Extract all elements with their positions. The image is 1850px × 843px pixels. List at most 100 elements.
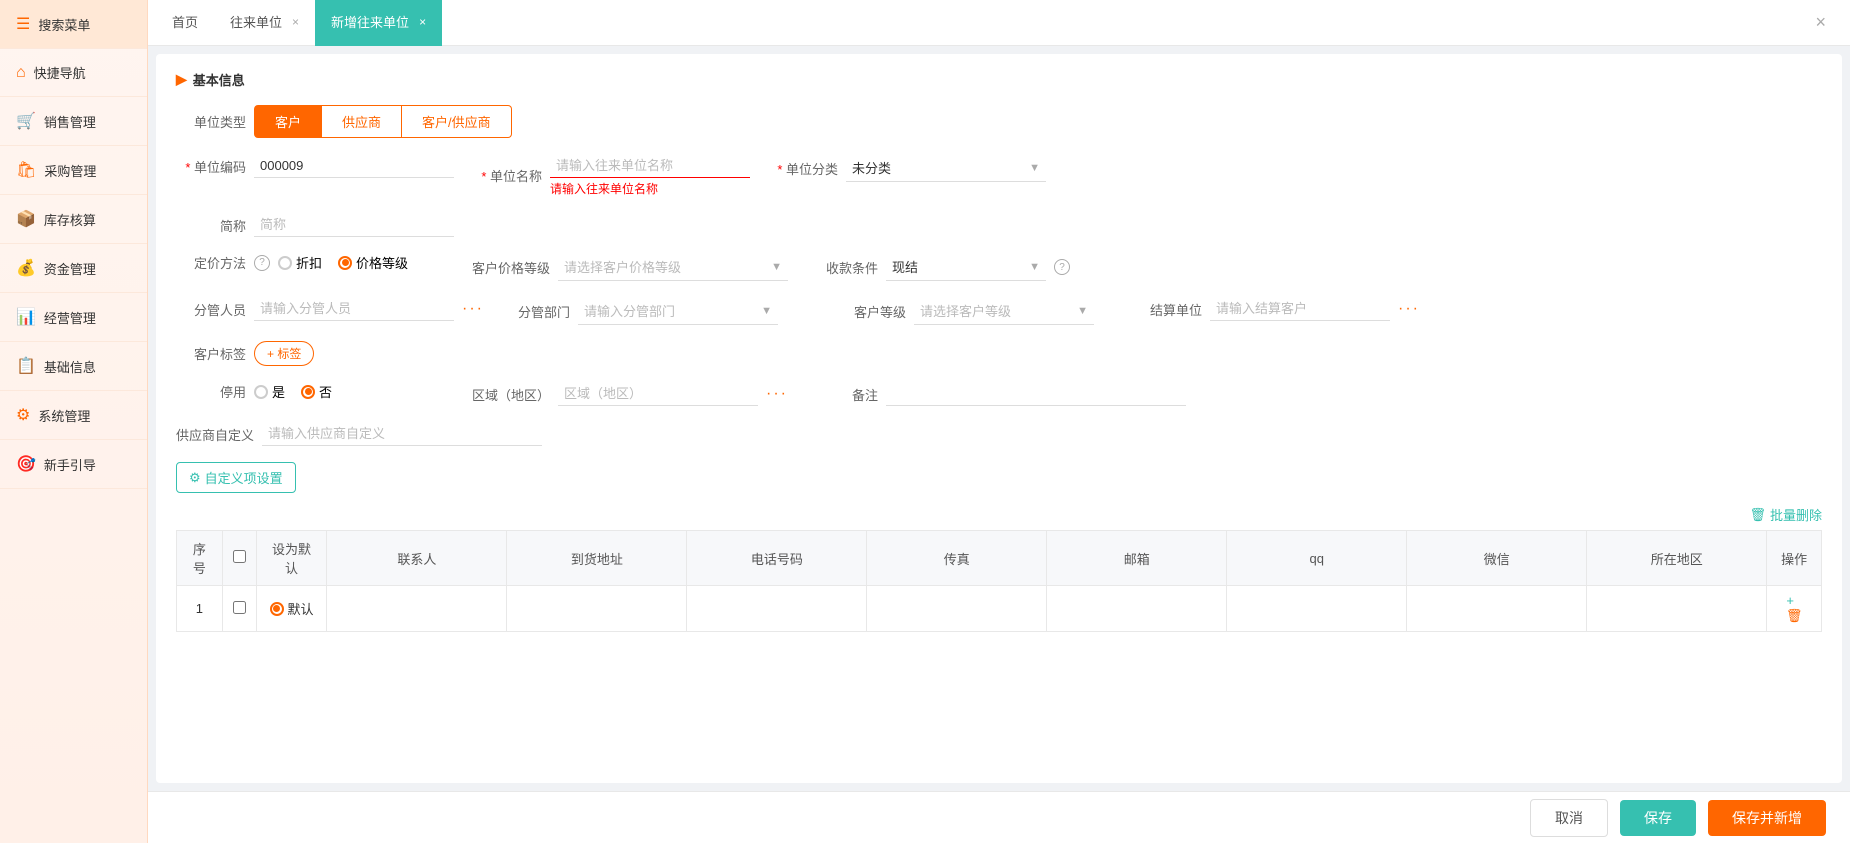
- save-new-button[interactable]: 保存并新增: [1708, 800, 1826, 836]
- radio-no[interactable]: 否: [301, 382, 332, 401]
- unit-name-group: 单位名称 请输入往来单位名称: [472, 154, 752, 197]
- remarks-input[interactable]: [886, 382, 1186, 406]
- tags-label: 客户标签: [176, 344, 246, 363]
- type-btn-both[interactable]: 客户/供应商: [402, 105, 512, 138]
- col-checkbox: [222, 531, 256, 586]
- settlement-unit-label: 结算单位: [1132, 300, 1202, 319]
- region-input[interactable]: [558, 382, 758, 406]
- pricing-help-icon[interactable]: ?: [254, 255, 270, 271]
- manager-more-btn[interactable]: ···: [462, 300, 484, 318]
- address-input[interactable]: [517, 601, 676, 616]
- sidebar-item-inventory[interactable]: 📦 库存核算: [0, 195, 147, 244]
- customer-level-dropdown-icon: ▼: [1077, 305, 1088, 317]
- sidebar-item-system[interactable]: ⚙ 系统管理: [0, 391, 147, 440]
- radio-yes[interactable]: 是: [254, 382, 285, 401]
- radio-discount[interactable]: 折扣: [278, 253, 322, 272]
- qq-input[interactable]: [1237, 601, 1396, 616]
- cell-wechat: [1407, 586, 1587, 632]
- region-more-btn[interactable]: ···: [766, 385, 788, 403]
- sidebar-item-quick-nav[interactable]: ⌂ 快捷导航: [0, 49, 147, 97]
- settlement-unit-input[interactable]: [1210, 297, 1390, 321]
- section-title: 基本信息: [193, 70, 245, 89]
- select-all-checkbox[interactable]: [233, 550, 246, 563]
- tab-partners-label: 往来单位: [230, 12, 282, 31]
- tags-row: 客户标签 + 标签: [176, 341, 1822, 366]
- unit-name-input[interactable]: [550, 154, 750, 178]
- add-row-btn[interactable]: +: [1786, 593, 1794, 608]
- tab-partners[interactable]: 往来单位 ×: [214, 0, 315, 46]
- radio-yes-circle: [254, 385, 268, 399]
- email-input[interactable]: [1057, 601, 1216, 616]
- delete-row-btn[interactable]: 🗑: [1786, 608, 1803, 623]
- tab-bar: 首页 往来单位 × 新增往来单位 × ×: [148, 0, 1850, 46]
- section-basic-info: ▶ 基本信息: [176, 70, 1822, 89]
- price-level-dropdown-icon: ▼: [771, 261, 782, 273]
- sidebar-item-purchase[interactable]: 🛍 采购管理: [0, 146, 147, 195]
- basic-icon: 📋: [16, 356, 36, 376]
- batch-delete-label[interactable]: 批量删除: [1770, 505, 1822, 524]
- sidebar-label-purchase: 采购管理: [44, 161, 96, 180]
- default-radio-circle: [270, 602, 284, 616]
- section-icon: ▶: [176, 71, 187, 88]
- purchase-icon: 🛍: [16, 160, 36, 180]
- customer-level-group: 客户等级 请选择客户等级 ▼: [836, 297, 1116, 325]
- contact-table: 序号 设为默认 联系人 到货地址 电话号码 传真 邮箱 qq 微信 所在地区 操…: [176, 530, 1822, 632]
- default-radio[interactable]: 默认: [267, 599, 317, 618]
- department-select[interactable]: 请输入分管部门 ▼: [578, 297, 778, 325]
- save-button[interactable]: 保存: [1620, 800, 1696, 836]
- supplier-custom-input[interactable]: [262, 422, 542, 446]
- tab-new-partner-close[interactable]: ×: [419, 15, 426, 29]
- pricing-method-radios: 折扣 价格等级: [278, 253, 408, 272]
- customer-price-level-select[interactable]: 请选择客户价格等级 ▼: [558, 253, 788, 281]
- department-placeholder: 请输入分管部门: [584, 301, 675, 320]
- sidebar-item-basic[interactable]: 📋 基础信息: [0, 342, 147, 391]
- department-label: 分管部门: [500, 302, 570, 321]
- cell-phone: [687, 586, 867, 632]
- col-contact: 联系人: [327, 531, 507, 586]
- tab-partners-close[interactable]: ×: [292, 15, 299, 29]
- custom-settings-button[interactable]: ⚙ 自定义项设置: [176, 462, 296, 493]
- batch-delete-icon: 🗑: [1749, 507, 1766, 523]
- inventory-icon: 📦: [16, 209, 36, 229]
- type-btn-customer[interactable]: 客户: [254, 105, 322, 138]
- window-close-button[interactable]: ×: [1799, 12, 1842, 33]
- customer-price-level-placeholder: 请选择客户价格等级: [564, 257, 681, 276]
- system-icon: ⚙: [16, 405, 30, 425]
- supplier-custom-label: 供应商自定义: [176, 425, 254, 444]
- manager-group: 分管人员 ···: [176, 297, 484, 321]
- sidebar-item-finance[interactable]: 💰 资金管理: [0, 244, 147, 293]
- payment-terms-help-icon[interactable]: ?: [1054, 259, 1070, 275]
- col-email: 邮箱: [1047, 531, 1227, 586]
- batch-delete-area: 🗑 批量删除: [176, 505, 1822, 524]
- payment-terms-select[interactable]: 现结 ▼: [886, 253, 1046, 281]
- fax-input[interactable]: [877, 601, 1036, 616]
- radio-price-level[interactable]: 价格等级: [338, 253, 408, 272]
- phone-input[interactable]: [697, 601, 856, 616]
- sidebar-item-guide[interactable]: 🎯 新手引导: [0, 440, 147, 489]
- wechat-input[interactable]: [1417, 601, 1576, 616]
- sidebar-label-system: 系统管理: [38, 406, 90, 425]
- settlement-unit-more-btn[interactable]: ···: [1398, 300, 1420, 318]
- tab-home[interactable]: 首页: [156, 0, 214, 46]
- tab-new-partner[interactable]: 新增往来单位 ×: [315, 0, 442, 46]
- row-checkbox[interactable]: [233, 601, 246, 614]
- sidebar-label-sales: 销售管理: [44, 112, 96, 131]
- cancel-button[interactable]: 取消: [1530, 799, 1608, 837]
- sidebar-item-search[interactable]: ☰ 搜索菜单: [0, 0, 147, 49]
- sidebar-item-sales[interactable]: 🛒 销售管理: [0, 97, 147, 146]
- customer-level-select[interactable]: 请选择客户等级 ▼: [914, 297, 1094, 325]
- region-table-input[interactable]: [1597, 601, 1756, 616]
- type-btn-supplier[interactable]: 供应商: [322, 105, 402, 138]
- manager-input[interactable]: [254, 297, 454, 321]
- finance-icon: 💰: [16, 258, 36, 278]
- sidebar-item-operations[interactable]: 📊 经营管理: [0, 293, 147, 342]
- short-name-input[interactable]: [254, 213, 454, 237]
- contact-input[interactable]: [337, 601, 496, 616]
- add-tag-button[interactable]: + 标签: [254, 341, 314, 366]
- unit-category-select[interactable]: 未分类 ▼: [846, 154, 1046, 182]
- unit-code-input[interactable]: [254, 154, 454, 178]
- bottom-bar: 取消 保存 保存并新增: [148, 791, 1850, 843]
- cell-qq: [1227, 586, 1407, 632]
- supplier-custom-row: 供应商自定义: [176, 422, 1822, 446]
- disabled-radios: 是 否: [254, 382, 332, 401]
